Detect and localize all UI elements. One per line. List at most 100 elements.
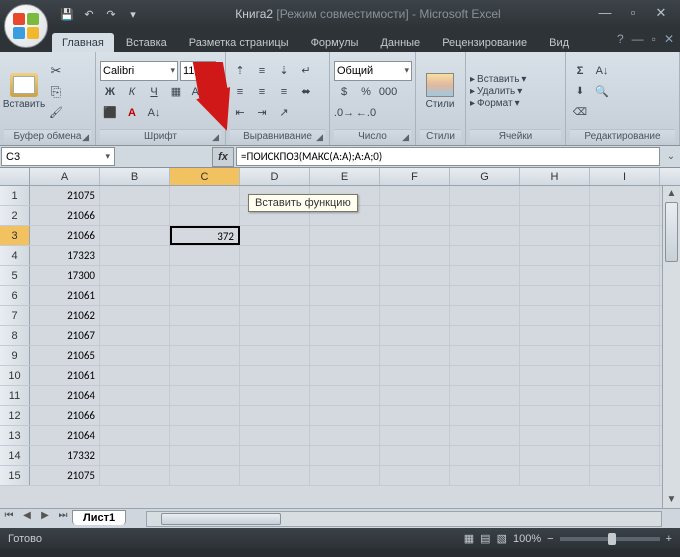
delete-cells-button[interactable]: ▸ Удалить ▾: [470, 86, 561, 97]
cell[interactable]: [520, 266, 590, 285]
cell[interactable]: 21065: [30, 346, 100, 365]
align-bottom-button[interactable]: ⇣: [274, 61, 294, 81]
restore-workbook-icon[interactable]: ▫: [652, 32, 656, 46]
qat-save-icon[interactable]: 💾: [58, 5, 76, 23]
view-layout-icon[interactable]: ▤: [480, 532, 490, 545]
col-header-G[interactable]: G: [450, 168, 520, 185]
cell[interactable]: [100, 266, 170, 285]
tab-home[interactable]: Главная: [52, 33, 114, 52]
cell[interactable]: [310, 446, 380, 465]
cell[interactable]: [590, 266, 660, 285]
hscroll-thumb[interactable]: [161, 513, 281, 525]
find-select-button[interactable]: 🔍: [592, 82, 612, 102]
cell[interactable]: [170, 386, 240, 405]
row-header[interactable]: 9: [0, 346, 30, 365]
cell[interactable]: [170, 466, 240, 485]
col-header-D[interactable]: D: [240, 168, 310, 185]
cell[interactable]: [380, 346, 450, 365]
cell[interactable]: [240, 306, 310, 325]
cell[interactable]: [380, 286, 450, 305]
cell[interactable]: [100, 386, 170, 405]
cell[interactable]: [170, 246, 240, 265]
autosum-button[interactable]: [570, 61, 590, 81]
cell[interactable]: [450, 446, 520, 465]
cell[interactable]: [170, 206, 240, 225]
align-right-button[interactable]: ≡: [274, 82, 294, 102]
cell[interactable]: [450, 186, 520, 205]
scroll-down-icon[interactable]: ▼: [663, 492, 680, 508]
row-header[interactable]: 15: [0, 466, 30, 485]
cell[interactable]: [590, 246, 660, 265]
format-painter-button[interactable]: [46, 103, 66, 123]
cut-button[interactable]: [46, 61, 66, 81]
align-center-button[interactable]: ≡: [252, 82, 272, 102]
cell[interactable]: [310, 266, 380, 285]
cell[interactable]: [380, 446, 450, 465]
cell[interactable]: [590, 386, 660, 405]
col-header-F[interactable]: F: [380, 168, 450, 185]
cell[interactable]: 21061: [30, 286, 100, 305]
cell[interactable]: [240, 326, 310, 345]
cell[interactable]: [310, 366, 380, 385]
cell[interactable]: [450, 306, 520, 325]
cell[interactable]: 17300: [30, 266, 100, 285]
cell[interactable]: 21064: [30, 386, 100, 405]
col-header-B[interactable]: B: [100, 168, 170, 185]
row-header[interactable]: 13: [0, 426, 30, 445]
cell[interactable]: [100, 246, 170, 265]
clipboard-dialog-icon[interactable]: ◢: [82, 132, 89, 143]
tab-formulas[interactable]: Формулы: [301, 33, 369, 52]
decrease-decimal-button[interactable]: ←.0: [356, 103, 376, 123]
row-header[interactable]: 10: [0, 366, 30, 385]
cell[interactable]: [170, 326, 240, 345]
cell[interactable]: [380, 366, 450, 385]
cell[interactable]: 21064: [30, 426, 100, 445]
cell[interactable]: [100, 446, 170, 465]
cell[interactable]: [520, 386, 590, 405]
cell[interactable]: [520, 406, 590, 425]
cell[interactable]: [590, 286, 660, 305]
minimize-button[interactable]: —: [594, 5, 616, 23]
select-all-corner[interactable]: [0, 168, 30, 185]
cell[interactable]: [520, 346, 590, 365]
maximize-button[interactable]: ▫: [622, 5, 644, 23]
scroll-up-icon[interactable]: ▲: [663, 186, 680, 202]
cell[interactable]: 372: [170, 226, 240, 245]
cell[interactable]: [240, 266, 310, 285]
cell[interactable]: [170, 426, 240, 445]
cell[interactable]: [310, 426, 380, 445]
cell[interactable]: [310, 326, 380, 345]
sheet-nav-prev[interactable]: ◀: [18, 510, 36, 528]
cell[interactable]: [590, 346, 660, 365]
percent-button[interactable]: %: [356, 82, 376, 102]
tab-insert[interactable]: Вставка: [116, 33, 177, 52]
row-header[interactable]: 14: [0, 446, 30, 465]
sheet-tab-active[interactable]: Лист1: [72, 510, 126, 525]
styles-button[interactable]: Стили: [420, 54, 460, 129]
cell[interactable]: [520, 306, 590, 325]
fill-color-button[interactable]: ⬛: [100, 103, 120, 123]
cell[interactable]: [520, 286, 590, 305]
office-button[interactable]: [4, 4, 48, 48]
cell[interactable]: [240, 286, 310, 305]
align-top-button[interactable]: ⇡: [230, 61, 250, 81]
cell[interactable]: 21061: [30, 366, 100, 385]
cell[interactable]: [100, 186, 170, 205]
cell[interactable]: [520, 366, 590, 385]
name-box[interactable]: C3▾: [1, 147, 115, 166]
cell[interactable]: [450, 266, 520, 285]
cell[interactable]: [310, 306, 380, 325]
col-header-H[interactable]: H: [520, 168, 590, 185]
row-header[interactable]: 4: [0, 246, 30, 265]
row-header[interactable]: 3: [0, 226, 30, 245]
number-format-combo[interactable]: Общий▾: [334, 61, 412, 81]
fill-button[interactable]: [570, 82, 590, 102]
align-middle-button[interactable]: ≡: [252, 61, 272, 81]
cell[interactable]: [100, 226, 170, 245]
sheet-nav-last[interactable]: ⏭: [54, 510, 72, 528]
cell[interactable]: [380, 386, 450, 405]
cell[interactable]: 21066: [30, 406, 100, 425]
cell[interactable]: [170, 406, 240, 425]
cell[interactable]: [170, 186, 240, 205]
col-header-E[interactable]: E: [310, 168, 380, 185]
